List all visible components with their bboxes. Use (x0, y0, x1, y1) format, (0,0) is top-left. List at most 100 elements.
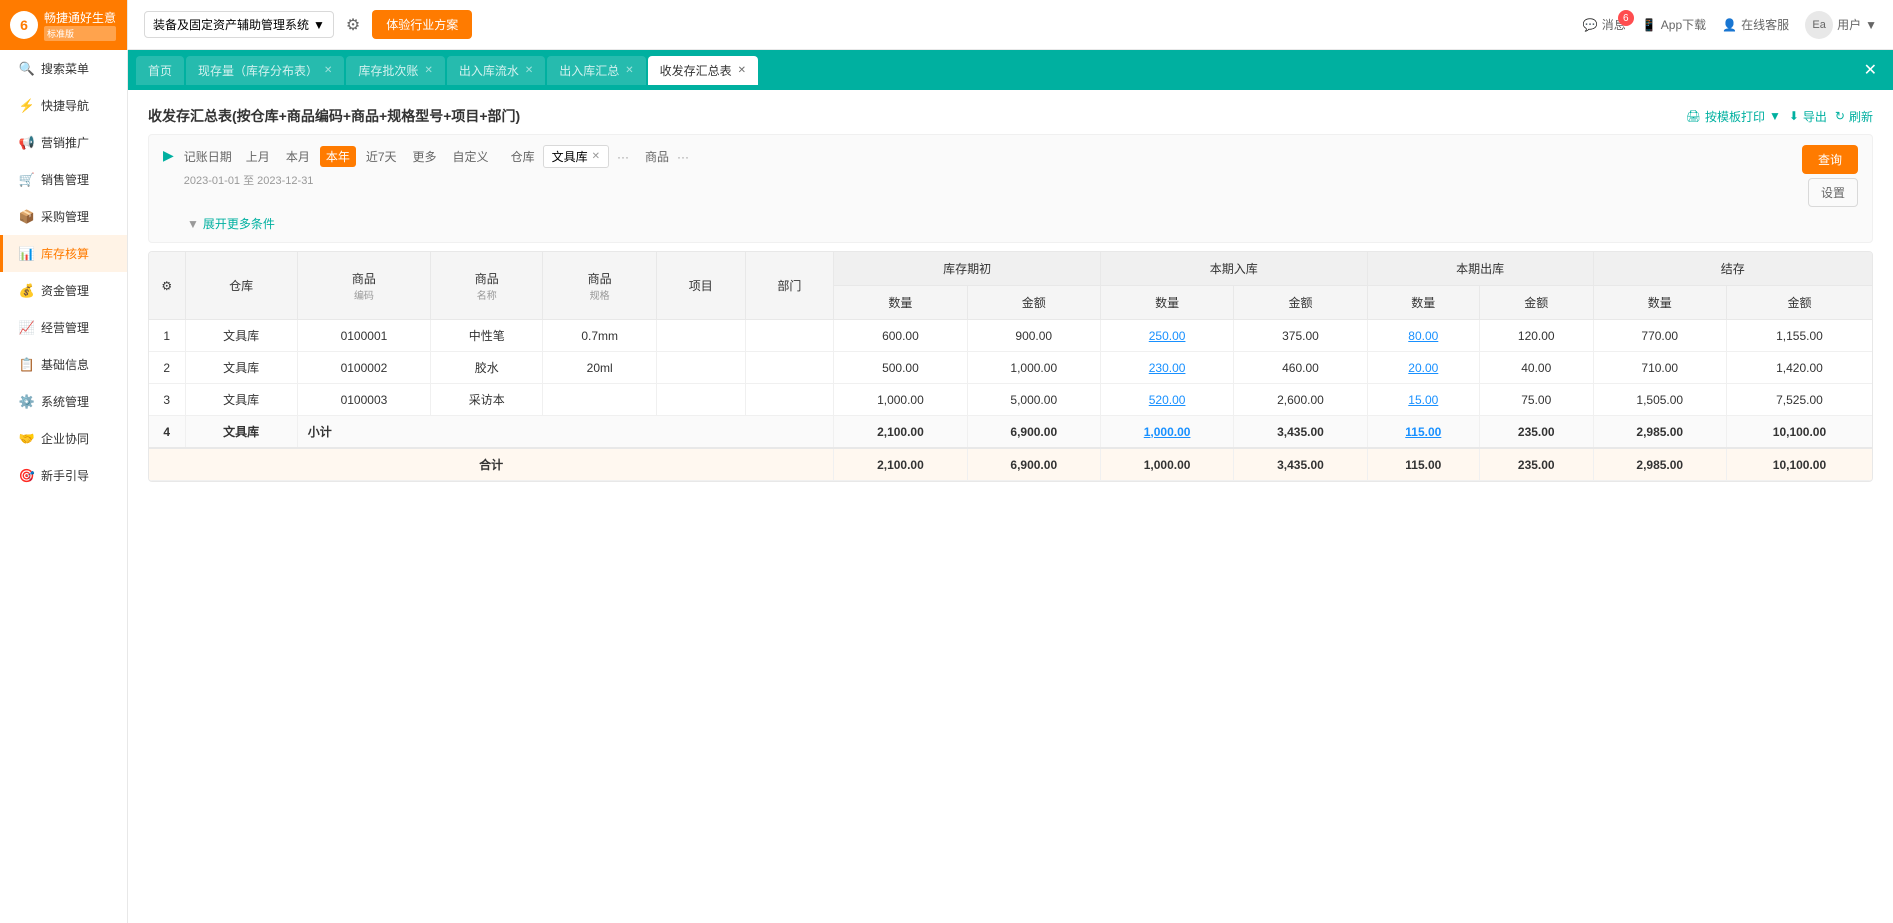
sub-out-qty[interactable]: 115.00 (1367, 416, 1479, 449)
cell-in-qty[interactable]: 230.00 (1100, 352, 1233, 384)
date-btn-this-year[interactable]: 本年 (320, 146, 356, 167)
online-service-button[interactable]: 👤 在线客服 (1722, 16, 1789, 33)
sidebar-item-search[interactable]: 🔍搜索菜单 (0, 50, 127, 87)
data-table: ⚙ 仓库 商品编码 商品名称 商品规格 项目 部门 库存期初 本期入库 本期出库… (149, 252, 1872, 481)
tab-2[interactable]: 库存批次账 ✕ (346, 56, 444, 85)
expand-more-row: ▼ 展开更多条件 (163, 215, 1858, 232)
warehouse-more-icon[interactable]: ··· (617, 150, 629, 164)
tabs-container: 首页现存量（库存分布表）✕库存批次账✕出入库流水✕出入库汇总✕收发存汇总表✕ (136, 56, 1854, 85)
cell-index: 3 (149, 384, 185, 416)
warehouse-filter: 仓库 文具库 ✕ ··· (511, 145, 629, 168)
experience-button[interactable]: 体验行业方案 (372, 10, 472, 39)
sidebar-item-marketing[interactable]: 📢营销推广 (0, 124, 127, 161)
sidebar-label-inventory: 库存核算 (41, 245, 89, 262)
total-out-amt: 235.00 (1479, 448, 1593, 481)
cell-out-qty[interactable]: 15.00 (1367, 384, 1479, 416)
expand-more-button[interactable]: 展开更多条件 (203, 215, 275, 232)
filter-expand-icon[interactable]: ▶ (163, 147, 174, 164)
user-menu[interactable]: Ea 用户 ▼ (1805, 11, 1877, 39)
tab-5[interactable]: 收发存汇总表✕ (648, 56, 758, 85)
gear-button[interactable]: ⚙ (346, 15, 360, 35)
export-button[interactable]: ⬇ 导出 (1789, 108, 1827, 125)
print-label: 按模板打印 (1705, 108, 1765, 125)
cell-project (656, 320, 745, 352)
date-btn-this-month[interactable]: 本月 (280, 146, 316, 167)
th-group-balance: 结存 (1593, 252, 1872, 286)
message-button[interactable]: 💬 消息 6 (1583, 16, 1626, 33)
sidebar-item-finance[interactable]: 💰资金管理 (0, 272, 127, 309)
message-icon: 💬 (1583, 18, 1598, 32)
close-all-tabs-button[interactable]: ✕ (1856, 60, 1885, 80)
warehouse-tag-close[interactable]: ✕ (592, 151, 600, 162)
tab-label-3: 出入库流水 (459, 62, 519, 79)
app-download-button[interactable]: 📱 App下载 (1642, 16, 1706, 33)
date-btn-more[interactable]: 更多 (407, 146, 443, 167)
total-bal-amt: 10,100.00 (1726, 448, 1872, 481)
th-group-in: 本期入库 (1100, 252, 1367, 286)
date-btn-last-month[interactable]: 上月 (240, 146, 276, 167)
cell-out-qty[interactable]: 20.00 (1367, 352, 1479, 384)
sidebar-item-inventory[interactable]: 📊库存核算 (0, 235, 127, 272)
tab-close-4[interactable]: ✕ (625, 65, 633, 76)
refresh-icon: ↻ (1835, 109, 1845, 123)
tab-close-2[interactable]: ✕ (424, 65, 432, 76)
operations-icon: 📈 (19, 320, 35, 336)
filter-main-row: ▶ 记账日期 上月 本月 本年 近7天 更多 自定义 (163, 145, 1858, 207)
date-btn-custom[interactable]: 自定义 (447, 146, 495, 167)
print-button[interactable]: 🖨 按模板打印 ▼ (1686, 108, 1781, 125)
cell-out-qty[interactable]: 80.00 (1367, 320, 1479, 352)
cell-in-qty[interactable]: 250.00 (1100, 320, 1233, 352)
cell-warehouse: 文具库 (185, 384, 297, 416)
filter-setting-button[interactable]: 设置 (1808, 178, 1858, 207)
sales-icon: 🛒 (19, 172, 35, 188)
goods-more-icon[interactable]: ··· (677, 150, 689, 164)
tab-close-5[interactable]: ✕ (738, 65, 746, 76)
sidebar-item-guide[interactable]: 🎯新手引导 (0, 457, 127, 494)
sidebar-item-system[interactable]: ⚙️系统管理 (0, 383, 127, 420)
cell-out-amt: 75.00 (1479, 384, 1593, 416)
goods-label: 商品 (645, 148, 669, 165)
tab-close-1[interactable]: ✕ (324, 65, 332, 76)
cell-bal-qty: 770.00 (1593, 320, 1726, 352)
tab-close-3[interactable]: ✕ (525, 65, 533, 76)
th-out-amt: 金额 (1479, 286, 1593, 320)
system-title: 装备及固定资产辅助管理系统 (153, 16, 309, 33)
service-label: 在线客服 (1741, 16, 1789, 33)
cell-in-qty[interactable]: 520.00 (1100, 384, 1233, 416)
table-container: ⚙ 仓库 商品编码 商品名称 商品规格 项目 部门 库存期初 本期入库 本期出库… (128, 251, 1893, 502)
tab-label-2: 库存批次账 (358, 62, 418, 79)
sidebar-item-basic[interactable]: 📋基础信息 (0, 346, 127, 383)
cell-bal-amt: 7,525.00 (1726, 384, 1872, 416)
warehouse-tag[interactable]: 文具库 ✕ (543, 145, 609, 168)
export-icon: ⬇ (1789, 109, 1799, 123)
cell-index: 1 (149, 320, 185, 352)
logo-text-block: 畅捷通好生意 标准版 (44, 9, 116, 41)
date-btn-7days[interactable]: 近7天 (360, 146, 403, 167)
sub-in-qty[interactable]: 1,000.00 (1100, 416, 1233, 449)
filter-controls: 记账日期 上月 本月 本年 近7天 更多 自定义 (184, 145, 1792, 188)
top-header: 装备及固定资产辅助管理系统 ▼ ⚙ 体验行业方案 💬 消息 6 📱 App下载 … (128, 0, 1893, 50)
th-warehouse: 仓库 (185, 252, 297, 320)
system-selector[interactable]: 装备及固定资产辅助管理系统 ▼ (144, 11, 334, 38)
date-filter: 记账日期 上月 本月 本年 近7天 更多 自定义 (184, 146, 495, 167)
tab-label-4: 出入库汇总 (559, 62, 619, 79)
cell-name: 中性笔 (431, 320, 543, 352)
tab-3[interactable]: 出入库流水 ✕ (447, 56, 545, 85)
sidebar-item-collab[interactable]: 🤝企业协同 (0, 420, 127, 457)
th-gear[interactable]: ⚙ (149, 252, 185, 320)
marketing-icon: 📢 (19, 135, 35, 151)
th-in-qty: 数量 (1100, 286, 1233, 320)
tab-1[interactable]: 现存量（库存分布表）✕ (186, 56, 344, 85)
tab-4[interactable]: 出入库汇总 ✕ (547, 56, 645, 85)
query-button[interactable]: 查询 (1802, 145, 1858, 174)
cell-bal-amt: 1,420.00 (1726, 352, 1872, 384)
service-icon: 👤 (1722, 18, 1737, 32)
tab-0[interactable]: 首页 (136, 56, 184, 85)
sidebar-item-operations[interactable]: 📈 经营管理 (0, 309, 127, 346)
sidebar-item-purchase[interactable]: 📦采购管理 (0, 198, 127, 235)
sidebar-item-sales[interactable]: 🛒销售管理 (0, 161, 127, 198)
sidebar-item-quick[interactable]: ⚡快捷导航 (0, 87, 127, 124)
table-header-row-1: ⚙ 仓库 商品编码 商品名称 商品规格 项目 部门 库存期初 本期入库 本期出库… (149, 252, 1872, 286)
refresh-button[interactable]: ↻ 刷新 (1835, 108, 1873, 125)
sidebar-label-operations: 经营管理 (41, 319, 89, 336)
